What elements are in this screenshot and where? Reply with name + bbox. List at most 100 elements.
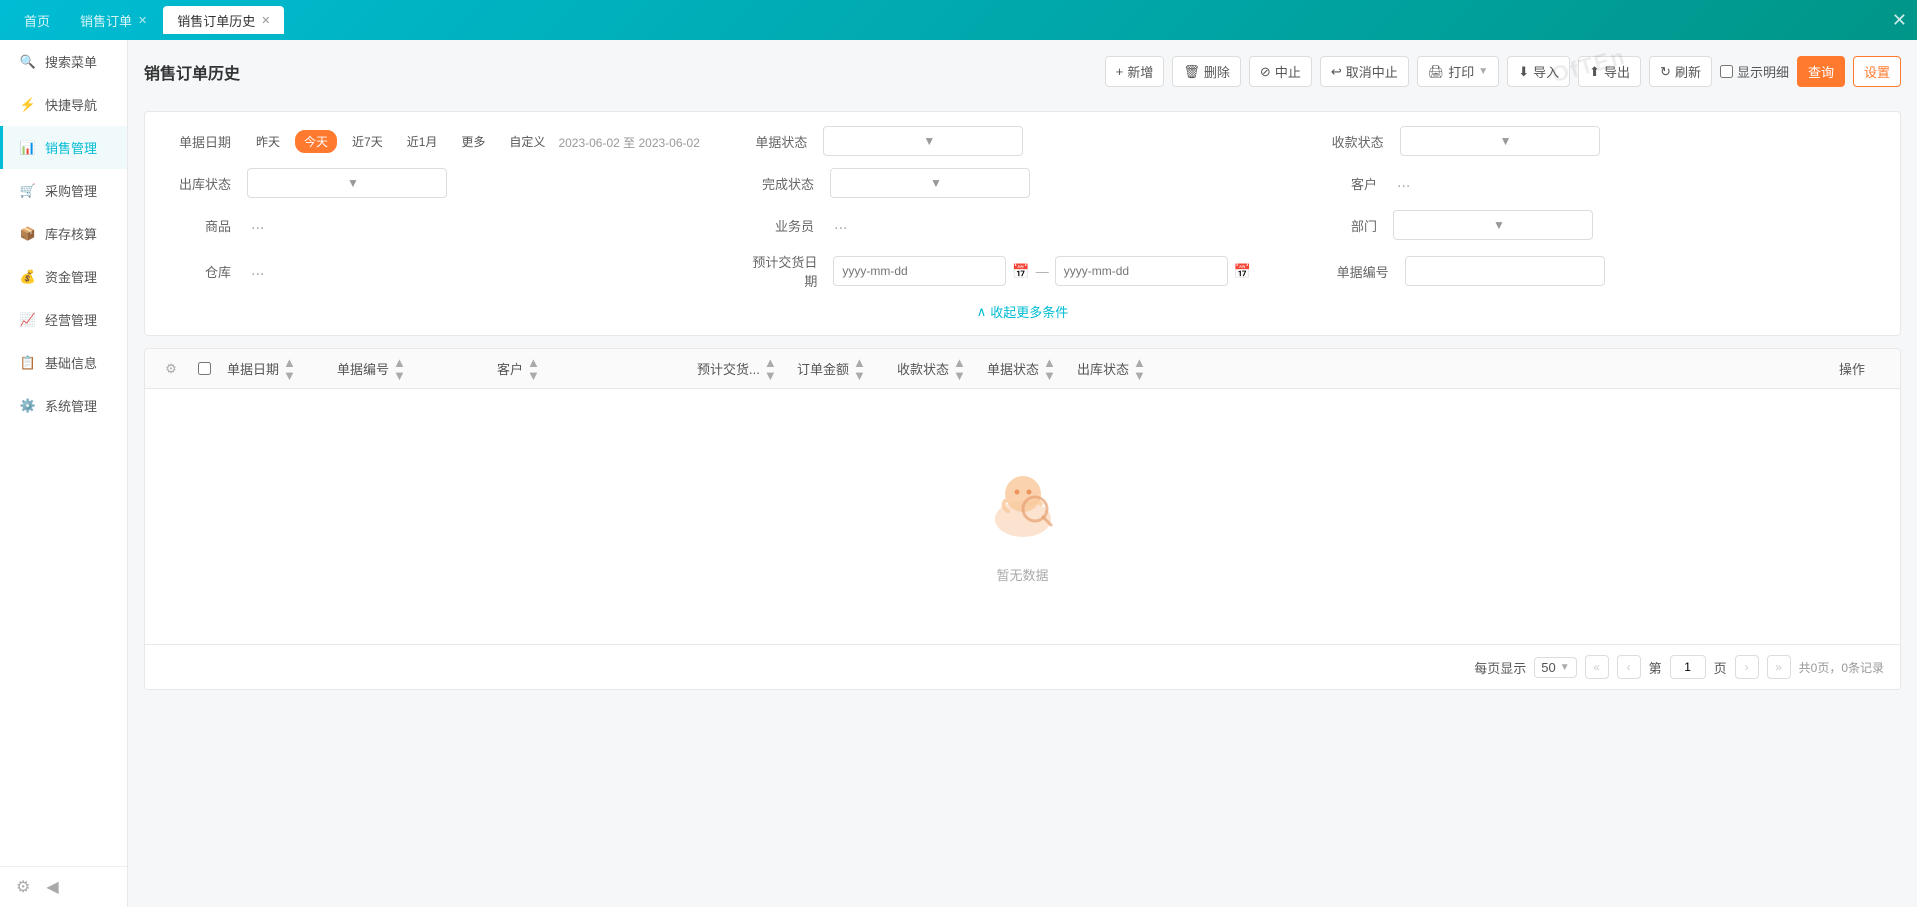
sidebar-item-operations-label: 经营管理: [45, 310, 97, 329]
goods-field[interactable]: ...: [247, 216, 738, 234]
dept-select[interactable]: ▼: [1393, 210, 1593, 240]
doc-status-select[interactable]: ▼: [823, 126, 1023, 156]
receive-status-select[interactable]: ▼: [1400, 126, 1600, 156]
delete-label: 删除: [1204, 62, 1230, 81]
tab-sales-order[interactable]: 销售订单 ✕: [66, 6, 161, 34]
tab-home[interactable]: 首页: [10, 6, 64, 34]
page-title: 销售订单历史: [144, 60, 240, 84]
th-doc-status[interactable]: 单据状态 ▲▼: [979, 356, 1069, 382]
warehouse-field[interactable]: ...: [247, 262, 726, 280]
export-label: 导出: [1604, 62, 1630, 81]
th-delivery-sort-icon: ▲▼: [764, 356, 777, 382]
settings-button[interactable]: 设置: [1853, 56, 1901, 87]
th-delivery[interactable]: 预计交货... ▲▼: [689, 356, 789, 382]
tab-sales-order-close[interactable]: ✕: [138, 14, 147, 27]
sidebar-item-base-info[interactable]: 📋 基础信息: [0, 341, 127, 384]
doc-no-field[interactable]: [1405, 256, 1884, 286]
query-button[interactable]: 查询: [1797, 56, 1845, 87]
th-out-status[interactable]: 出库状态 ▲▼: [1069, 356, 1159, 382]
th-gear-btn[interactable]: ⚙: [153, 361, 189, 377]
sys-mgmt-icon: ⚙️: [19, 397, 37, 415]
sidebar-item-purchase-mgmt[interactable]: 🛒 采购管理: [0, 169, 127, 212]
th-date[interactable]: 单据日期 ▲▼: [219, 356, 329, 382]
display-cols-checkbox[interactable]: [1720, 65, 1733, 78]
collapse-sidebar-icon[interactable]: ◀: [46, 877, 58, 897]
th-checkbox[interactable]: [189, 362, 219, 375]
print-label: 打印: [1448, 62, 1474, 81]
sidebar-item-finance[interactable]: 💰 资金管理: [0, 255, 127, 298]
print-button[interactable]: 🖨 打印 ▼: [1417, 56, 1499, 87]
out-status-field[interactable]: ▼: [247, 168, 738, 198]
date-tag-last7[interactable]: 近7天: [343, 130, 392, 153]
delivery-date-start-input[interactable]: [833, 256, 1006, 286]
select-all-checkbox[interactable]: [198, 362, 211, 375]
settings-bottom-icon[interactable]: ⚙: [16, 877, 30, 897]
date-tag-more[interactable]: 更多: [452, 130, 494, 153]
stop-label: 中止: [1275, 62, 1301, 81]
salesman-dots-btn[interactable]: ...: [830, 216, 851, 234]
import-button[interactable]: ⬇ 导入: [1507, 56, 1570, 87]
add-button[interactable]: + 新增: [1105, 56, 1165, 87]
complete-status-arrow-icon: ▼: [930, 176, 1021, 190]
display-cols-checkbox-label: 显示明细: [1720, 62, 1789, 81]
operations-icon: 📈: [19, 311, 37, 329]
next-page-btn[interactable]: ›: [1735, 655, 1759, 679]
warehouse-dots-btn[interactable]: ...: [247, 262, 268, 280]
th-customer[interactable]: 客户 ▲▼: [489, 356, 689, 382]
stop-button[interactable]: ⊘ 中止: [1249, 56, 1312, 87]
delete-button[interactable]: 🗑 删除: [1172, 56, 1241, 87]
sidebar-item-sys-mgmt[interactable]: ⚙️ 系统管理: [0, 384, 127, 427]
gear-icon: ⚙: [165, 361, 177, 377]
th-ops: 操作: [1812, 359, 1892, 378]
tab-sales-order-history[interactable]: 销售订单历史 ✕: [163, 6, 284, 34]
last-page-btn[interactable]: »: [1767, 655, 1791, 679]
date-label: 单据日期: [161, 132, 231, 151]
th-docno[interactable]: 单据编号 ▲▼: [329, 356, 489, 382]
dept-field[interactable]: ▼: [1393, 210, 1884, 240]
goods-dots-btn[interactable]: ...: [247, 216, 268, 234]
out-status-select[interactable]: ▼: [247, 168, 447, 198]
date-tag-yesterday[interactable]: 昨天: [247, 130, 289, 153]
refresh-label: 刷新: [1675, 62, 1701, 81]
sidebar-item-sales-mgmt-label: 销售管理: [45, 138, 97, 157]
toolbar: + 新增 🗑 删除 ⊘ 中止 ↩ 取消中止 🖨 打印: [1105, 56, 1901, 87]
customer-filter-label: 客户: [1337, 174, 1377, 193]
tab-sales-order-history-close[interactable]: ✕: [261, 14, 270, 27]
sidebar-item-search-menu[interactable]: 🔍 搜索菜单: [0, 40, 127, 83]
complete-status-select[interactable]: ▼: [830, 168, 1030, 198]
sidebar-item-sales-mgmt[interactable]: 📊 销售管理: [0, 126, 127, 169]
sidebar-item-operations[interactable]: 📈 经营管理: [0, 298, 127, 341]
refresh-button[interactable]: ↻ 刷新: [1649, 56, 1712, 87]
first-page-btn[interactable]: «: [1585, 655, 1609, 679]
sidebar-item-quick-nav[interactable]: ⚡ 快捷导航: [0, 83, 127, 126]
delivery-date-end-calendar-icon[interactable]: 📅: [1234, 263, 1251, 280]
cancel-stop-button[interactable]: ↩ 取消中止: [1320, 56, 1409, 87]
search-menu-icon: 🔍: [19, 53, 37, 71]
date-tag-custom[interactable]: 自定义: [500, 130, 554, 153]
empty-text: 暂无数据: [996, 565, 1048, 584]
page-number-input[interactable]: [1670, 655, 1706, 679]
receive-status-field[interactable]: ▼: [1400, 126, 1884, 156]
inventory-icon: 📦: [19, 225, 37, 243]
date-tag-last1m[interactable]: 近1月: [398, 130, 447, 153]
customer-dots-btn[interactable]: ...: [1393, 174, 1414, 192]
doc-no-input[interactable]: [1405, 256, 1605, 286]
window-close-btn[interactable]: ✕: [1892, 10, 1907, 31]
export-button[interactable]: ⬆ 导出: [1578, 56, 1641, 87]
collapse-row[interactable]: ∧ 收起更多条件: [161, 302, 1884, 321]
th-ops-label: 操作: [1839, 359, 1865, 378]
complete-status-field[interactable]: ▼: [830, 168, 1321, 198]
customer-field[interactable]: ...: [1393, 174, 1884, 192]
salesman-field[interactable]: ...: [830, 216, 1321, 234]
th-docno-sort-icon: ▲▼: [393, 356, 406, 382]
sidebar-item-purchase-mgmt-label: 采购管理: [45, 181, 97, 200]
page-size-select[interactable]: 50 ▼: [1534, 657, 1576, 678]
th-amount[interactable]: 订单金额 ▲▼: [789, 356, 889, 382]
doc-status-field[interactable]: ▼: [823, 126, 1307, 156]
th-receive-status[interactable]: 收款状态 ▲▼: [889, 356, 979, 382]
prev-page-btn[interactable]: ‹: [1617, 655, 1641, 679]
date-tag-today[interactable]: 今天: [295, 130, 337, 153]
delivery-date-end-input[interactable]: [1055, 256, 1228, 286]
sidebar-item-inventory[interactable]: 📦 库存核算: [0, 212, 127, 255]
delivery-date-start-calendar-icon[interactable]: 📅: [1012, 263, 1029, 280]
